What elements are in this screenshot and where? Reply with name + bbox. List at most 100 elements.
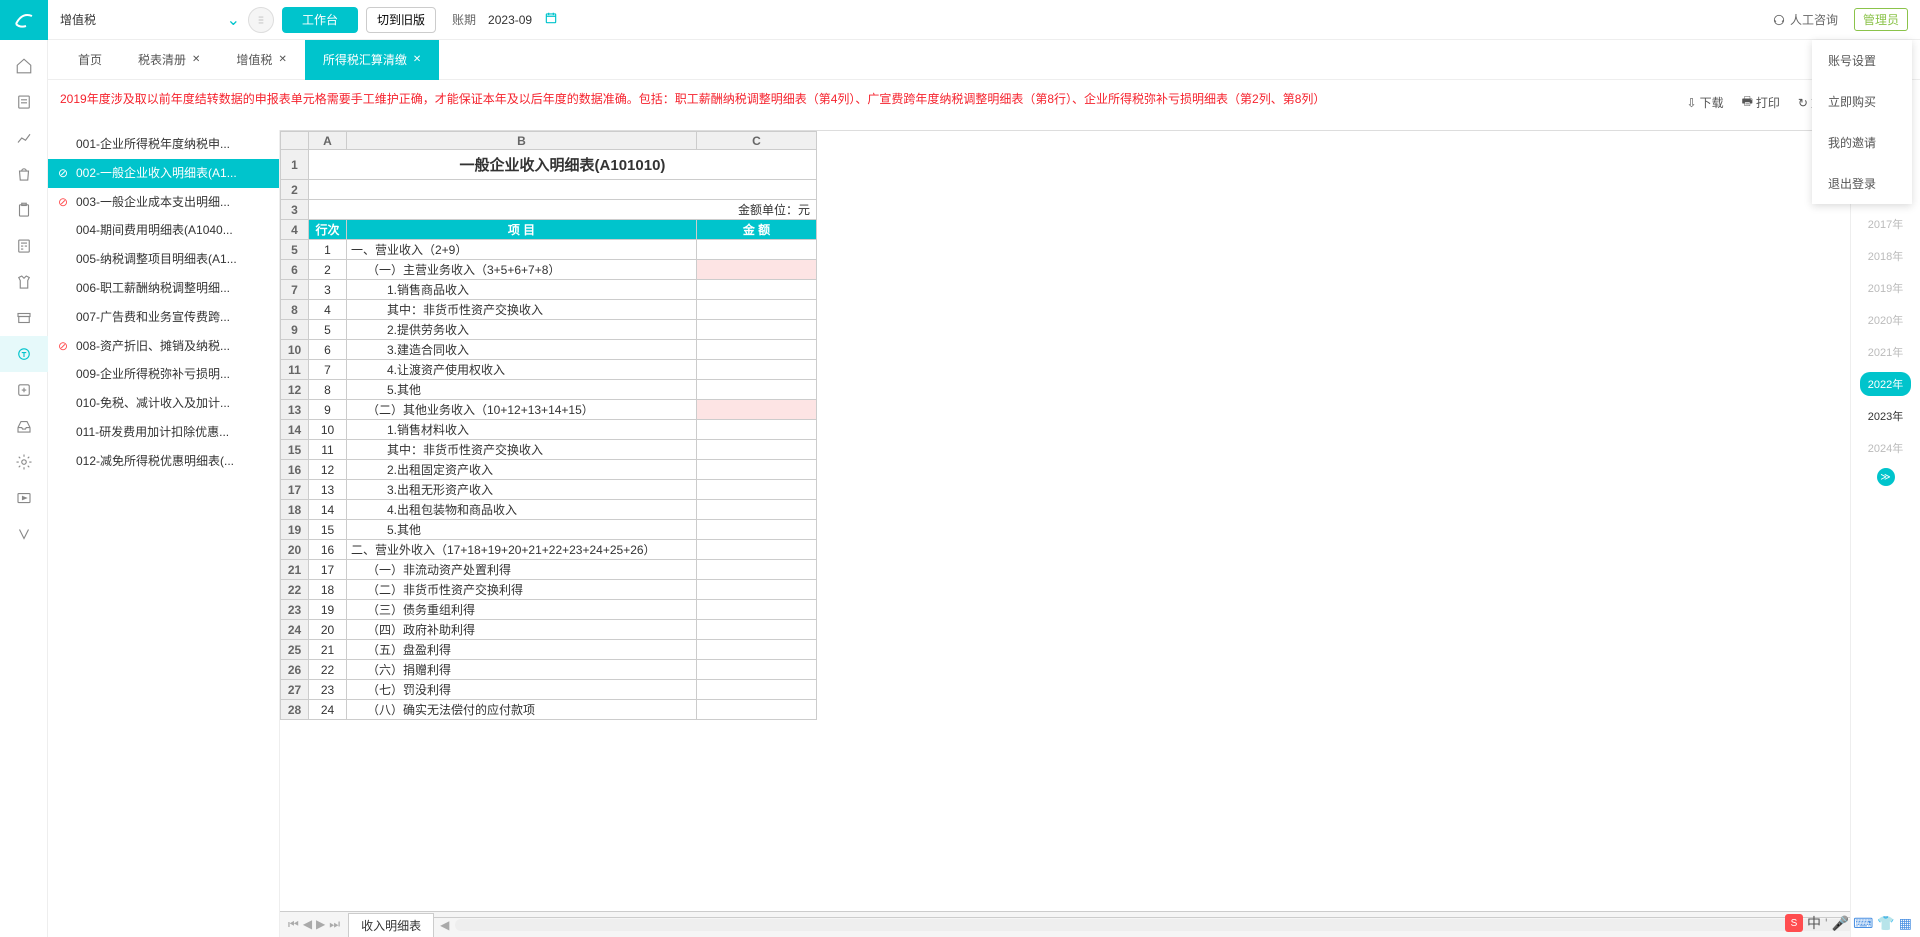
sheet-arrow-next-icon[interactable]: ▶: [316, 917, 325, 932]
row-header[interactable]: 18: [281, 500, 309, 520]
row-header[interactable]: 20: [281, 540, 309, 560]
amount-cell[interactable]: [697, 560, 817, 580]
row-header[interactable]: 21: [281, 560, 309, 580]
row-header[interactable]: 26: [281, 660, 309, 680]
row-header[interactable]: 13: [281, 400, 309, 420]
year-item[interactable]: 2018年: [1860, 244, 1911, 268]
tab-close-icon[interactable]: ✕: [192, 54, 200, 65]
nav-v-icon[interactable]: [0, 516, 48, 552]
dropdown-item[interactable]: 立即购买: [1812, 81, 1912, 122]
row-header[interactable]: 16: [281, 460, 309, 480]
round-menu-button[interactable]: [248, 7, 274, 33]
spreadsheet[interactable]: ABC1一般企业收入明细表(A101010)23金额单位：元4行次项 目金 额5…: [280, 130, 1920, 911]
nav-calc-icon[interactable]: [0, 228, 48, 264]
amount-cell[interactable]: [697, 480, 817, 500]
amount-cell[interactable]: [697, 360, 817, 380]
form-item[interactable]: 003-一般企业成本支出明细...: [48, 188, 279, 217]
row-header[interactable]: 8: [281, 300, 309, 320]
nav-bag-icon[interactable]: [0, 156, 48, 192]
calendar-icon[interactable]: [544, 11, 558, 28]
amount-cell[interactable]: [697, 620, 817, 640]
amount-cell[interactable]: [697, 280, 817, 300]
year-item[interactable]: 2020年: [1860, 308, 1911, 332]
tab-增值税[interactable]: 增值税✕: [218, 40, 304, 80]
tab-close-icon[interactable]: ✕: [413, 54, 421, 65]
amount-cell[interactable]: [697, 460, 817, 480]
amount-cell[interactable]: [697, 380, 817, 400]
amount-cell[interactable]: [697, 700, 817, 720]
form-item[interactable]: 011-研发费用加计扣除优惠...: [48, 418, 279, 447]
breadcrumb-select[interactable]: 增值税 ⌄: [60, 10, 240, 30]
tab-所得税汇算清缴[interactable]: 所得税汇算清缴✕: [305, 40, 439, 80]
row-header[interactable]: 25: [281, 640, 309, 660]
hscroll-left-icon[interactable]: ◀: [440, 918, 449, 932]
row-header[interactable]: 17: [281, 480, 309, 500]
admin-button[interactable]: 管理员: [1854, 8, 1908, 31]
amount-cell[interactable]: [697, 540, 817, 560]
year-item[interactable]: 2023年: [1860, 404, 1911, 428]
amount-cell[interactable]: [697, 340, 817, 360]
app-logo[interactable]: [0, 0, 48, 40]
year-more-icon[interactable]: ≫: [1877, 468, 1895, 486]
ime-skin-icon[interactable]: 👕: [1877, 915, 1894, 932]
nav-video-icon[interactable]: [0, 480, 48, 516]
dropdown-item[interactable]: 账号设置: [1812, 40, 1912, 81]
col-header[interactable]: A: [309, 132, 347, 150]
amount-cell[interactable]: [697, 440, 817, 460]
row-header[interactable]: 14: [281, 420, 309, 440]
nav-home-icon[interactable]: [0, 48, 48, 84]
tab-首页[interactable]: 首页: [60, 40, 120, 80]
nav-tax-icon[interactable]: [0, 336, 48, 372]
year-item[interactable]: 2022年: [1860, 372, 1911, 396]
year-item[interactable]: 2019年: [1860, 276, 1911, 300]
print-link[interactable]: 🖶 打印: [1742, 92, 1780, 113]
hscroll-track[interactable]: [455, 919, 1898, 931]
row-header[interactable]: 22: [281, 580, 309, 600]
nav-chart-icon[interactable]: [0, 120, 48, 156]
amount-cell[interactable]: [697, 660, 817, 680]
tab-close-icon[interactable]: ✕: [278, 54, 286, 65]
col-header[interactable]: C: [697, 132, 817, 150]
amount-cell[interactable]: [697, 680, 817, 700]
row-header[interactable]: 1: [281, 150, 309, 180]
amount-cell[interactable]: [697, 520, 817, 540]
amount-cell[interactable]: [697, 240, 817, 260]
form-item[interactable]: 007-广告费和业务宣传费跨...: [48, 303, 279, 332]
amount-cell[interactable]: [697, 300, 817, 320]
amount-cell[interactable]: [697, 320, 817, 340]
form-item[interactable]: 005-纳税调整项目明细表(A1...: [48, 245, 279, 274]
ime-toolbox-icon[interactable]: ▦: [1899, 915, 1912, 932]
switch-old-button[interactable]: 切到旧版: [366, 7, 436, 33]
row-header[interactable]: 7: [281, 280, 309, 300]
ime-mic-icon[interactable]: 🎤: [1832, 915, 1849, 932]
year-item[interactable]: 2017年: [1860, 212, 1911, 236]
nav-shirt-icon[interactable]: [0, 264, 48, 300]
row-header[interactable]: 12: [281, 380, 309, 400]
row-header[interactable]: 5: [281, 240, 309, 260]
amount-cell[interactable]: [697, 600, 817, 620]
row-header[interactable]: 24: [281, 620, 309, 640]
form-item[interactable]: 002-一般企业收入明细表(A1...: [48, 159, 279, 188]
row-header[interactable]: 27: [281, 680, 309, 700]
form-item[interactable]: 008-资产折旧、摊销及纳税...: [48, 332, 279, 361]
amount-cell[interactable]: [697, 400, 817, 420]
year-item[interactable]: 2021年: [1860, 340, 1911, 364]
amount-cell[interactable]: [697, 500, 817, 520]
form-item[interactable]: 012-减免所得税优惠明细表(...: [48, 447, 279, 476]
dropdown-item[interactable]: 退出登录: [1812, 163, 1912, 204]
workspace-button[interactable]: 工作台: [282, 7, 358, 33]
form-item[interactable]: 009-企业所得税弥补亏损明...: [48, 360, 279, 389]
col-header[interactable]: B: [347, 132, 697, 150]
row-header[interactable]: 19: [281, 520, 309, 540]
nav-archive-icon[interactable]: [0, 300, 48, 336]
ime-sogou-icon[interactable]: S: [1785, 914, 1803, 932]
row-header[interactable]: 6: [281, 260, 309, 280]
ime-punct-icon[interactable]: ': [1825, 915, 1828, 931]
amount-cell[interactable]: [697, 420, 817, 440]
ime-keyboard-icon[interactable]: ⌨: [1853, 915, 1873, 932]
nav-settings-icon[interactable]: [0, 444, 48, 480]
sheet-arrow-last-icon[interactable]: ⏭: [329, 917, 340, 932]
dropdown-item[interactable]: 我的邀请: [1812, 122, 1912, 163]
ime-language[interactable]: 中: [1807, 913, 1821, 933]
row-header[interactable]: 10: [281, 340, 309, 360]
